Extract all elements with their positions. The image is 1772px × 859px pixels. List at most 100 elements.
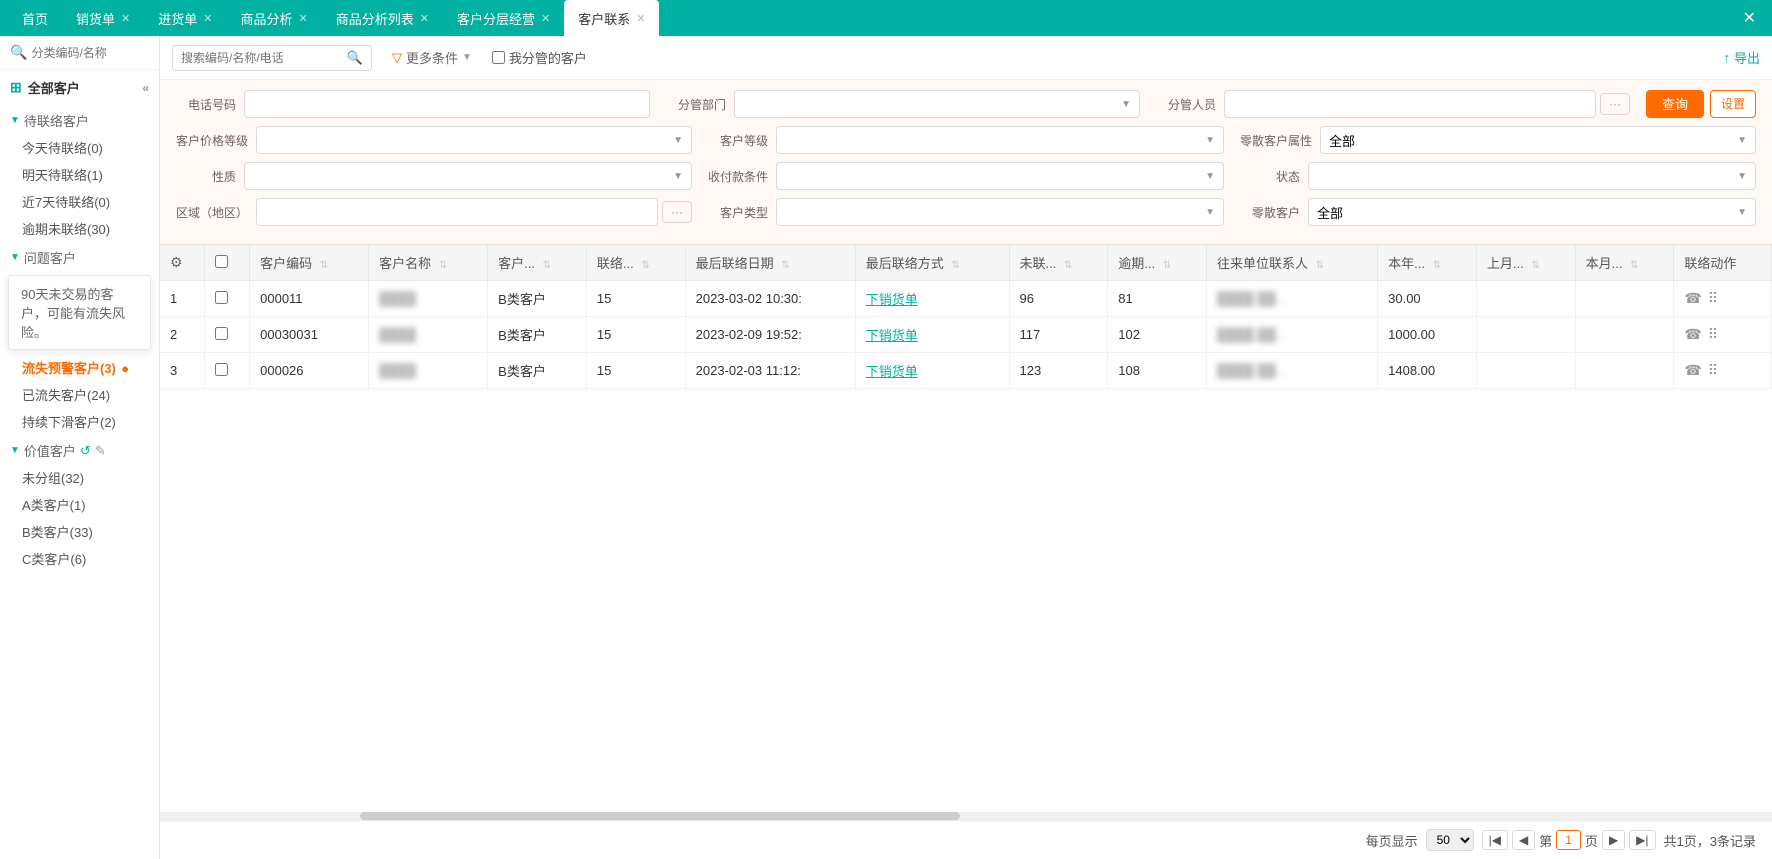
content-area: 🔍 ▽ 更多条件 ▼ 我分管的客户 ↑ 导出 电话号码	[160, 36, 1772, 859]
row-this-year-1: 1000.00	[1378, 317, 1477, 353]
sidebar-search-input[interactable]	[31, 46, 149, 60]
edit-icon[interactable]: ✎	[95, 443, 106, 459]
row-actions-0: ☎ ⠿	[1674, 281, 1772, 317]
type-select[interactable]: ▼	[776, 198, 1224, 226]
status-select[interactable]: ▼	[1308, 162, 1756, 190]
action-more-icon-0[interactable]: ⠿	[1708, 290, 1718, 307]
row-last-method-0[interactable]: 下销货单	[855, 281, 1009, 317]
sort-icon-last-month[interactable]: ⇅	[1531, 260, 1539, 271]
row-actions-1: ☎ ⠿	[1674, 317, 1772, 353]
last-page-btn[interactable]: ▶|	[1629, 830, 1655, 850]
tab-customer-segment[interactable]: 客户分层经营 ✕	[443, 0, 564, 36]
problem-group-label: 问题客户	[24, 248, 76, 267]
first-page-btn[interactable]: |◀	[1482, 830, 1508, 850]
refresh-icon[interactable]: ↺	[80, 443, 91, 459]
zero-attr-select[interactable]: 全部 ▼	[1320, 126, 1756, 154]
area-input[interactable]	[256, 198, 658, 226]
action-contact-icon-1[interactable]: ☎	[1684, 326, 1701, 343]
row-checkbox-input-1[interactable]	[215, 327, 228, 340]
sidebar-item-c-class[interactable]: C类客户(6)	[0, 545, 159, 572]
tab-product-list[interactable]: 商品分析列表 ✕	[322, 0, 443, 36]
sort-icon-last-date[interactable]: ⇅	[781, 260, 789, 271]
prev-page-btn[interactable]: ◀	[1512, 830, 1535, 850]
sort-icon-not-contact[interactable]: ⇅	[1064, 260, 1072, 271]
sidebar-item-7days[interactable]: 近7天待联络(0)	[0, 188, 159, 215]
next-page-btn[interactable]: ▶	[1602, 830, 1625, 850]
close-all-tabs[interactable]: ✕	[1735, 8, 1764, 28]
sort-icon-name[interactable]: ⇅	[439, 260, 447, 271]
search-input[interactable]	[181, 51, 343, 65]
last-method-link-2[interactable]: 下销货单	[866, 364, 918, 379]
row-checkbox-input-2[interactable]	[215, 363, 228, 376]
area-ellipsis[interactable]: ···	[662, 201, 692, 223]
row-checkbox-0[interactable]	[204, 281, 249, 317]
sidebar-all-customers[interactable]: ⊞ 全部客户 «	[0, 70, 159, 105]
tab-home[interactable]: 首页	[8, 0, 62, 36]
row-checkbox-input-0[interactable]	[215, 291, 228, 304]
my-customers-checkbox[interactable]	[492, 51, 505, 64]
sidebar-item-ungrouped[interactable]: 未分组(32)	[0, 464, 159, 491]
my-customers-checkbox-label[interactable]: 我分管的客户	[492, 48, 587, 67]
row-last-method-1[interactable]: 下销货单	[855, 317, 1009, 353]
zero-cust-select[interactable]: 全部 ▼	[1308, 198, 1756, 226]
sort-icon-contact-person[interactable]: ⇅	[1316, 260, 1324, 271]
sort-icon-code[interactable]: ⇅	[320, 260, 328, 271]
action-more-icon-2[interactable]: ⠿	[1708, 362, 1718, 379]
sort-icon-this-month[interactable]: ⇅	[1630, 260, 1638, 271]
tab-customer-contact[interactable]: 客户联系 ✕	[564, 0, 659, 36]
page-size-select[interactable]: 50	[1426, 829, 1474, 851]
payment-select[interactable]: ▼	[776, 162, 1224, 190]
sort-icon-last-method[interactable]: ⇅	[951, 260, 959, 271]
grade-select[interactable]: ▼	[776, 126, 1224, 154]
declining-label: 持续下滑客户(2)	[22, 415, 116, 430]
select-all-checkbox[interactable]	[215, 255, 228, 268]
sort-icon-contact[interactable]: ⇅	[641, 260, 649, 271]
action-more-icon-1[interactable]: ⠿	[1708, 326, 1718, 343]
person-input[interactable]	[1224, 90, 1596, 118]
tab-sales[interactable]: 销货单 ✕	[62, 0, 144, 36]
row-checkbox-2[interactable]	[204, 353, 249, 389]
tab-product-analysis-close[interactable]: ✕	[299, 12, 308, 25]
export-btn[interactable]: ↑ 导出	[1723, 48, 1760, 67]
sidebar-group-value[interactable]: ▼ 价值客户 ↺ ✎	[0, 435, 159, 464]
action-contact-icon-2[interactable]: ☎	[1684, 362, 1701, 379]
tab-customer-contact-close[interactable]: ✕	[636, 12, 645, 25]
horizontal-scrollbar[interactable]	[160, 812, 1772, 820]
tab-purchase[interactable]: 进货单 ✕	[144, 0, 226, 36]
more-conditions-btn[interactable]: ▽ 更多条件 ▼	[384, 44, 480, 71]
sidebar-item-b-class[interactable]: B类客户(33)	[0, 518, 159, 545]
tab-sales-close[interactable]: ✕	[121, 12, 130, 25]
row-overdue-1: 102	[1108, 317, 1207, 353]
sidebar-group-problem[interactable]: ▼ 问题客户	[0, 242, 159, 271]
last-method-link-0[interactable]: 下销货单	[866, 292, 918, 307]
action-contact-icon-0[interactable]: ☎	[1684, 290, 1701, 307]
row-checkbox-1[interactable]	[204, 317, 249, 353]
scrollbar-thumb[interactable]	[360, 812, 960, 820]
sort-icon-type[interactable]: ⇅	[543, 260, 551, 271]
nature-select[interactable]: ▼	[244, 162, 692, 190]
last-method-link-1[interactable]: 下销货单	[866, 328, 918, 343]
sidebar-item-churn-warning[interactable]: 流失预警客户(3) ●	[0, 354, 159, 381]
dept-select[interactable]: ▼	[734, 90, 1140, 118]
tab-product-analysis[interactable]: 商品分析 ✕	[226, 0, 321, 36]
gear-icon[interactable]: ⚙	[170, 254, 183, 271]
person-ellipsis[interactable]: ···	[1600, 93, 1630, 115]
sidebar-item-a-class[interactable]: A类客户(1)	[0, 491, 159, 518]
phone-input[interactable]	[244, 90, 650, 118]
tab-customer-segment-close[interactable]: ✕	[541, 12, 550, 25]
sort-icon-this-year[interactable]: ⇅	[1433, 260, 1441, 271]
settings-btn[interactable]: 设置	[1710, 90, 1756, 118]
sidebar-group-pending[interactable]: ▼ 待联络客户	[0, 105, 159, 134]
sidebar-item-tomorrow[interactable]: 明天待联络(1)	[0, 161, 159, 188]
search-submit-icon[interactable]: 🔍	[347, 50, 363, 66]
row-last-method-2[interactable]: 下销货单	[855, 353, 1009, 389]
sidebar-item-declining[interactable]: 持续下滑客户(2)	[0, 408, 159, 435]
price-grade-select[interactable]: ▼	[256, 126, 692, 154]
search-btn[interactable]: 查询	[1646, 90, 1704, 118]
sort-icon-overdue[interactable]: ⇅	[1163, 260, 1171, 271]
sidebar-item-today[interactable]: 今天待联络(0)	[0, 134, 159, 161]
sidebar-item-overdue[interactable]: 逾期未联络(30)	[0, 215, 159, 242]
tab-product-list-close[interactable]: ✕	[420, 12, 429, 25]
sidebar-item-churned[interactable]: 已流失客户(24)	[0, 381, 159, 408]
tab-purchase-close[interactable]: ✕	[203, 12, 212, 25]
